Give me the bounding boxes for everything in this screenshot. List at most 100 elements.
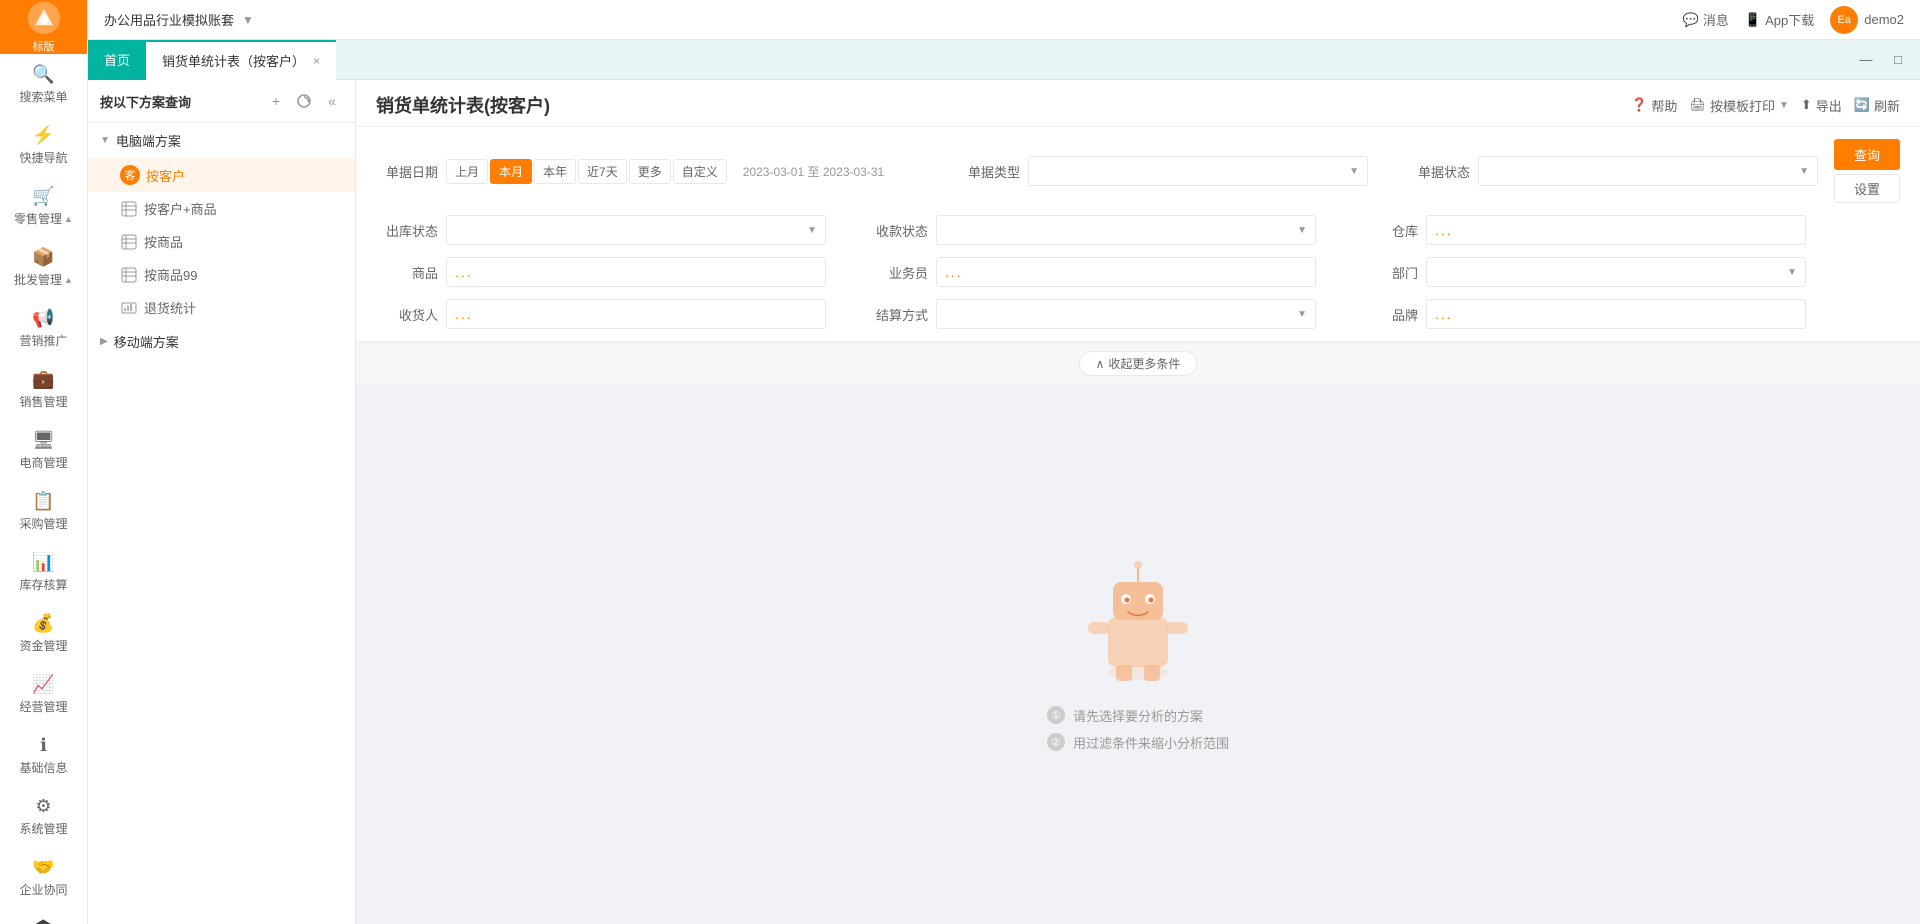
filter-area: 单据日期 上月 本月 本年 近7天 更多 自定义 2023-03-01 至 20… [356, 127, 1920, 342]
app-download-btn[interactable]: 📱 App下载 [1745, 10, 1814, 29]
receiver-dots: ... [455, 306, 473, 322]
scheme-item-label: 按客户 [146, 166, 185, 185]
brand-select[interactable]: ... [1426, 299, 1806, 329]
tab-sales-label: 销货单统计表（按客户） [162, 51, 305, 70]
retail-arrow: ▲ [64, 214, 73, 224]
date-last-month[interactable]: 上月 [446, 159, 488, 184]
query-button[interactable]: 查询 [1834, 139, 1900, 170]
sidebar-item-search[interactable]: 🔍 搜索菜单 [0, 54, 88, 115]
sidebar-item-basic[interactable]: ℹ 基础信息 [0, 725, 88, 786]
print-template-btn[interactable]: 🖨 按模板打印 ▼ [1689, 96, 1788, 115]
sidebar-logo: 标版 [0, 0, 88, 54]
tab-minimize-btn[interactable]: — [1852, 46, 1880, 74]
warehouse-select[interactable]: ... [1426, 215, 1806, 245]
sidebar-item-ecommerce[interactable]: 🖥 电商管理 [0, 420, 88, 481]
date-this-year[interactable]: 本年 [534, 159, 576, 184]
payment-status-arrow: ▼ [1297, 225, 1307, 236]
scheme-by-customer[interactable]: 客 按客户 [88, 158, 355, 192]
main-area: 办公用品行业模拟账套 ▼ 💬 消息 📱 App下载 Ea demo2 首页 [88, 0, 1920, 924]
pc-scheme-group-header[interactable]: ▼ 电脑端方案 [88, 123, 355, 158]
payment-status-select[interactable]: ▼ [936, 215, 1316, 245]
doc-type-select[interactable]: ▼ [1028, 156, 1368, 186]
date-more[interactable]: 更多 [629, 159, 671, 184]
hint-num-2: ② [1047, 733, 1065, 751]
receiver-label: 收货人 [376, 305, 446, 324]
mobile-group-label: 移动端方案 [114, 332, 179, 351]
doc-status-select[interactable]: ▼ [1478, 156, 1818, 186]
sidebar-item-retail[interactable]: 🛒 零售管理 ▲ [0, 176, 88, 237]
wholesale-icon: 📦 [32, 247, 54, 268]
sidebar-item-wholesale[interactable]: 📦 批发管理 ▲ [0, 237, 88, 298]
sidebar-item-procurement[interactable]: 📋 采购管理 [0, 481, 88, 542]
message-btn[interactable]: 💬 消息 [1683, 10, 1729, 29]
help-btn[interactable]: ❓ 帮助 [1631, 96, 1677, 115]
tab-close-btn[interactable]: × [313, 54, 320, 68]
export-label: 导出 [1816, 96, 1842, 115]
settlement-select[interactable]: ▼ [936, 299, 1316, 329]
sidebar-item-enterprise[interactable]: 🤝 企业协同 [0, 847, 88, 908]
scheme-by-product[interactable]: 按商品 [88, 225, 355, 258]
out-status-arrow: ▼ [807, 225, 817, 236]
sidebar-item-label: 电商管理 [19, 454, 67, 471]
sidebar-item-label: 系统管理 [19, 820, 67, 837]
product-select[interactable]: ... [446, 257, 826, 287]
refresh-btn[interactable]: 🔄 刷新 [1854, 96, 1900, 115]
scheme-return-stats[interactable]: 退货统计 [88, 291, 355, 324]
sidebar-item-operations[interactable]: 📈 经营管理 [0, 664, 88, 725]
add-scheme-btn[interactable]: + [265, 90, 287, 112]
hint-num-1: ① [1047, 706, 1065, 724]
left-panel: 按以下方案查询 + « ▼ 电脑端方案 客 按客户 [88, 80, 356, 924]
edit-scheme-btn[interactable] [293, 90, 315, 112]
scheme-by-customer-product[interactable]: 按客户+商品 [88, 192, 355, 225]
mobile-scheme-group-header[interactable]: ▶ 移动端方案 [88, 324, 355, 359]
collapse-btn[interactable]: ∧ 收起更多条件 [1079, 351, 1198, 376]
sidebar-item-shortcuts[interactable]: ⚡ 快捷导航 [0, 115, 88, 176]
left-panel-actions: + « [265, 90, 343, 112]
user-menu-btn[interactable]: Ea demo2 [1830, 6, 1904, 34]
out-status-select[interactable]: ▼ [446, 215, 826, 245]
print-icon: 🖨 [1689, 97, 1706, 113]
product-icon [120, 233, 138, 251]
salesperson-select[interactable]: ... [936, 257, 1316, 287]
brand-dots: ... [1435, 306, 1453, 322]
date-this-month[interactable]: 本月 [490, 159, 532, 184]
app-download-label: App下载 [1765, 10, 1814, 29]
marketing-icon: 📢 [32, 308, 54, 329]
empty-hint-2: ② 用过滤条件来缩小分析范围 [1047, 733, 1229, 752]
settings-button[interactable]: 设置 [1834, 174, 1900, 203]
tab-sales-stats[interactable]: 销货单统计表（按客户） × [146, 40, 336, 80]
sidebar-item-label: 零售管理 [14, 210, 62, 227]
sidebar-item-label: 采购管理 [19, 515, 67, 532]
search-icon: 🔍 [32, 64, 54, 85]
empty-hints: ① 请先选择要分析的方案 ② 用过滤条件来缩小分析范围 [1047, 706, 1229, 752]
collapse-row: ∧ 收起更多条件 [356, 342, 1920, 384]
help-label: 帮助 [1651, 96, 1677, 115]
collapse-left-btn[interactable]: « [321, 90, 343, 112]
scheme-by-product-99[interactable]: 按商品99 [88, 258, 355, 291]
sidebar-item-label: 基础信息 [19, 759, 67, 776]
date-label: 单据日期 [376, 162, 446, 181]
sidebar-item-sales[interactable]: 💼 销售管理 [0, 359, 88, 420]
sidebar-item-label: 营销推广 [19, 332, 67, 349]
date-custom[interactable]: 自定义 [673, 159, 727, 184]
dropdown-arrow[interactable]: ▼ [242, 13, 254, 27]
export-btn[interactable]: ⬆ 导出 [1801, 96, 1842, 115]
sidebar-item-marketing[interactable]: 📢 营销推广 [0, 298, 88, 359]
user-avatar: Ea [1830, 6, 1858, 34]
system-icon: ⚙ [35, 796, 51, 817]
date-last-7-days[interactable]: 近7天 [578, 159, 627, 184]
sidebar-item-finance[interactable]: 💰 资金管理 [0, 603, 88, 664]
wholesale-arrow: ▲ [64, 275, 73, 285]
tab-maximize-btn[interactable]: □ [1884, 46, 1912, 74]
tab-home[interactable]: 首页 [88, 40, 146, 80]
sidebar-item-newbie[interactable]: 🎓 新手引导 [0, 908, 88, 924]
empty-hint-1: ① 请先选择要分析的方案 [1047, 706, 1229, 725]
newbie-icon: 🎓 [32, 918, 54, 924]
warehouse-label: 仓库 [1356, 221, 1426, 240]
receiver-select[interactable]: ... [446, 299, 826, 329]
department-select[interactable]: ▼ [1426, 257, 1806, 287]
print-template-label: 按模板打印 [1710, 96, 1775, 115]
sidebar-item-inventory[interactable]: 📊 库存核算 [0, 542, 88, 603]
return-stats-icon [120, 299, 138, 317]
sidebar-item-system[interactable]: ⚙ 系统管理 [0, 786, 88, 847]
